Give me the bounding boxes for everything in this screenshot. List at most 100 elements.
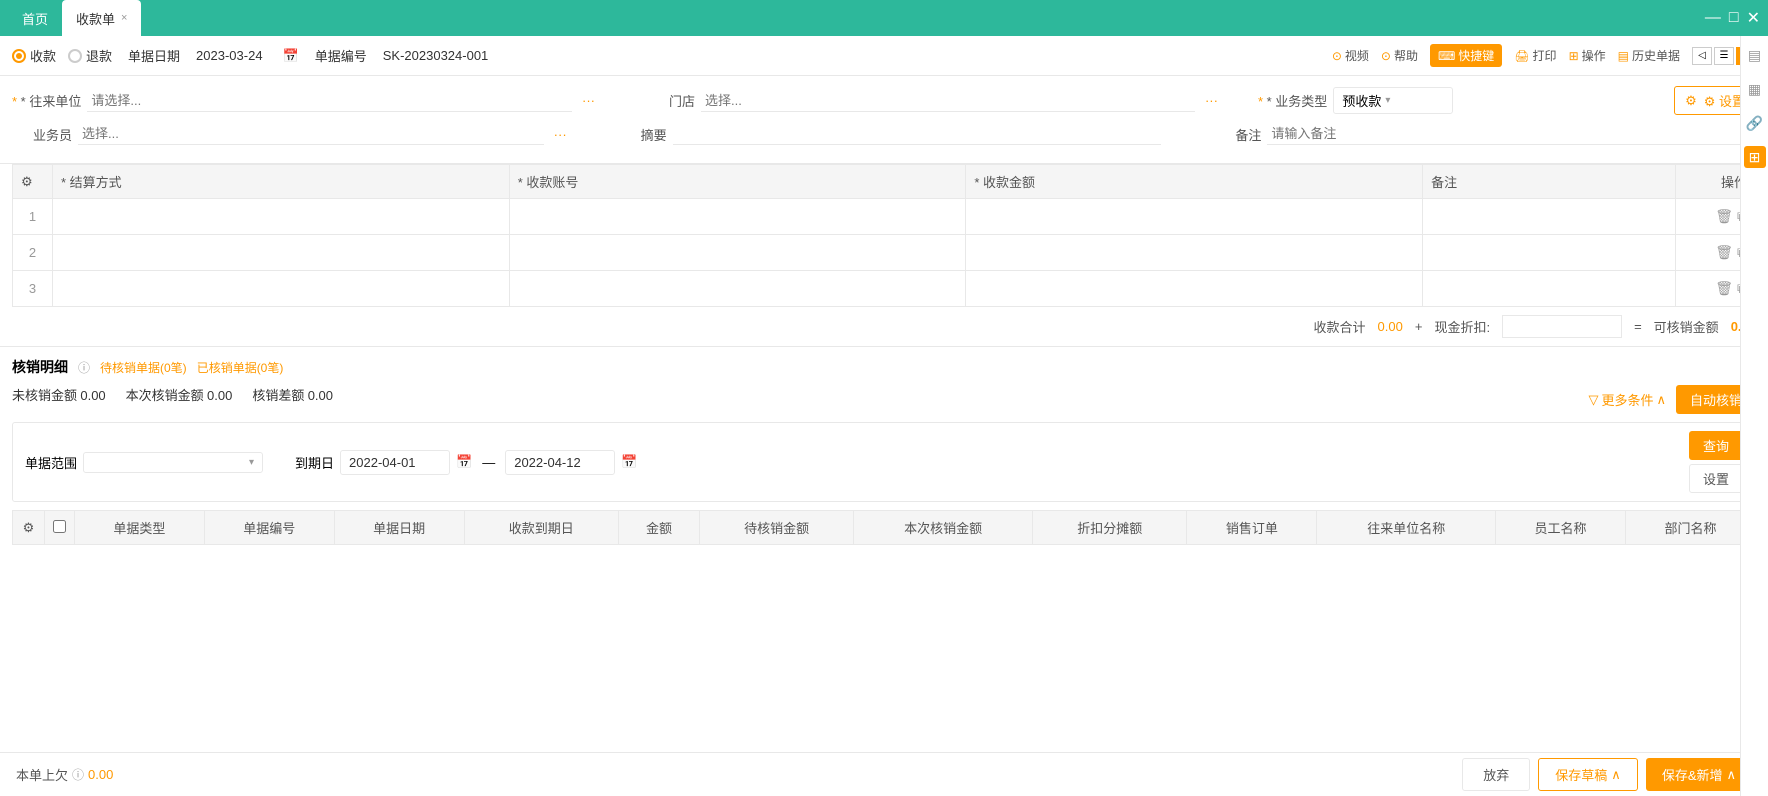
bth-gear[interactable]: ⚙ (13, 511, 45, 545)
biz-type-dropdown[interactable]: 预收款 ▾ (1333, 87, 1453, 114)
calendar-icon[interactable]: 📅 (283, 48, 299, 64)
nav-tab-home[interactable]: 首页 (8, 0, 62, 36)
layout-btn-left[interactable]: ◁ (1692, 47, 1712, 65)
row-num-3: 3 (13, 271, 53, 307)
print-btn[interactable]: 🖨 打印 (1514, 47, 1556, 64)
sidebar-expand-icon[interactable]: ⊞ (1744, 146, 1766, 168)
remark-input[interactable] (1267, 123, 1756, 145)
receipt-table-wrapper: ⚙ * 结算方式 * 收款账号 * 收款金额 备注 操作 (0, 164, 1768, 307)
abandon-label: 放弃 (1483, 768, 1509, 783)
operation-btn[interactable]: ⊞ 操作 (1569, 47, 1606, 64)
radio-receipt[interactable]: 收款 (12, 46, 56, 65)
delete-icon-row1[interactable]: 🗑 (1715, 208, 1733, 225)
range-field: 单据范围 ▾ (25, 452, 263, 473)
sidebar-grid-icon[interactable]: ▦ (1744, 78, 1766, 100)
sidebar-table-icon[interactable]: ▤ (1744, 44, 1766, 66)
nav-tab-receipt[interactable]: 收款单 × (62, 0, 141, 36)
history-btn[interactable]: ▤ 历史单据 (1618, 47, 1680, 64)
shortcut-btn[interactable]: ⌨ 快捷键 (1430, 44, 1502, 67)
due-date-field: 到期日 📅 — 📅 (295, 450, 637, 475)
verif-title: 核销明细 (12, 357, 68, 377)
delete-icon-row2[interactable]: 🗑 (1715, 244, 1733, 261)
completed-tab[interactable]: 已核销单据(0笔) (197, 359, 284, 376)
auto-verif-label: 自动核销 (1690, 393, 1742, 408)
query-button[interactable]: 查询 (1689, 431, 1743, 460)
row-3-account[interactable] (509, 271, 966, 307)
main-content: 收款 退款 单据日期 2023-03-24 📅 单据编号 SK-20230324… (0, 36, 1768, 796)
pending-tab[interactable]: 待核销单据(0笔) (100, 359, 187, 376)
row-1-amount[interactable] (966, 199, 1423, 235)
date-dash: — (482, 455, 495, 470)
date-from-input[interactable] (340, 450, 450, 475)
calendar-to-icon[interactable]: 📅 (621, 454, 637, 470)
row-2-amount[interactable] (966, 235, 1423, 271)
range-select[interactable]: ▾ (83, 452, 263, 473)
row-3-remark[interactable] (1423, 271, 1676, 307)
abandon-button[interactable]: 放弃 (1462, 758, 1530, 791)
close-tab-icon[interactable]: × (121, 12, 127, 24)
form-row-1: * 往来单位 ··· 门店 ··· * 业务类型 预收款 ▾ ⚙ ⚙ 设置 (12, 86, 1756, 115)
number-label: 单据编号 (315, 46, 367, 65)
row-2-account[interactable] (509, 235, 966, 271)
from-unit-more-icon[interactable]: ··· (582, 93, 595, 108)
more-conditions-btn[interactable]: ▽ 更多条件 ∧ (1588, 390, 1666, 409)
toolbar-row: 收款 退款 单据日期 2023-03-24 📅 单据编号 SK-20230324… (0, 36, 1768, 76)
bottom-gear-icon: ⚙ (23, 520, 35, 535)
bth-checkbox[interactable] (45, 511, 75, 545)
store-input[interactable] (701, 90, 1195, 112)
row-1-remark[interactable] (1423, 199, 1676, 235)
bth-dept: 部门名称 (1625, 511, 1755, 545)
bth-doc-type: 单据类型 (75, 511, 205, 545)
bth-doc-date: 单据日期 (334, 511, 464, 545)
history-label: 历史单据 (1632, 47, 1680, 64)
layout-btn-list[interactable]: ☰ (1714, 47, 1734, 65)
date-to-input[interactable] (505, 450, 615, 475)
salesperson-input[interactable] (78, 123, 544, 145)
radio-refund[interactable]: 退款 (68, 46, 112, 65)
range-chevron: ▾ (249, 457, 254, 468)
verif-setting-label: 设置 (1703, 472, 1729, 487)
date-label: 单据日期 (128, 46, 180, 65)
calendar-from-icon[interactable]: 📅 (456, 454, 472, 470)
store-more-icon[interactable]: ··· (1205, 93, 1218, 108)
row-2-remark[interactable] (1423, 235, 1676, 271)
table-row: 1 🗑 ⧉ (13, 199, 1756, 235)
from-unit-input[interactable] (87, 90, 572, 112)
video-icon: ⊙ (1332, 49, 1342, 63)
verif-info-icon[interactable]: ⓘ (78, 359, 90, 376)
sidebar-link-icon[interactable]: 🔗 (1744, 112, 1766, 134)
row-2-settle[interactable] (53, 235, 510, 271)
current-verif-value: 0.00 (207, 388, 232, 403)
row-3-amount[interactable] (966, 271, 1423, 307)
more-conditions-label: 更多条件 (1601, 390, 1653, 409)
summary-input[interactable] (673, 123, 1162, 145)
radio-refund-dot (68, 49, 82, 63)
number-value: SK-20230324-001 (383, 48, 489, 63)
row-3-settle[interactable] (53, 271, 510, 307)
radio-refund-label: 退款 (86, 46, 112, 65)
video-btn[interactable]: ⊙ 视频 (1332, 47, 1369, 64)
verif-setting-button[interactable]: 设置 (1689, 464, 1743, 493)
delete-icon-row3[interactable]: 🗑 (1715, 280, 1733, 297)
window-restore-icon[interactable]: □ (1729, 9, 1739, 27)
save-new-button[interactable]: 保存&新增 ∧ (1646, 758, 1752, 791)
window-close-icon[interactable]: ✕ (1747, 8, 1760, 28)
th-gear[interactable]: ⚙ (13, 165, 53, 199)
bth-doc-no: 单据编号 (204, 511, 334, 545)
help-btn[interactable]: ⊙ 帮助 (1381, 47, 1418, 64)
window-minimize-icon[interactable]: — (1705, 9, 1721, 27)
store-label: 门店 (635, 91, 695, 110)
biz-type-field: * 业务类型 预收款 ▾ (1258, 87, 1666, 114)
carry-forward-info-icon[interactable]: ⓘ (72, 766, 84, 783)
diff-value: 0.00 (308, 388, 333, 403)
carry-forward-value: 0.00 (88, 767, 113, 782)
save-draft-button[interactable]: 保存草稿 ∧ (1538, 758, 1638, 791)
salesperson-more-icon[interactable]: ··· (554, 127, 567, 142)
discount-input[interactable] (1502, 315, 1622, 338)
query-label: 查询 (1703, 439, 1729, 454)
th-account-label: * 收款账号 (518, 175, 579, 190)
summary-field: 摘要 (607, 123, 1162, 145)
select-all-checkbox[interactable] (53, 520, 66, 533)
row-1-settle[interactable] (53, 199, 510, 235)
row-1-account[interactable] (509, 199, 966, 235)
